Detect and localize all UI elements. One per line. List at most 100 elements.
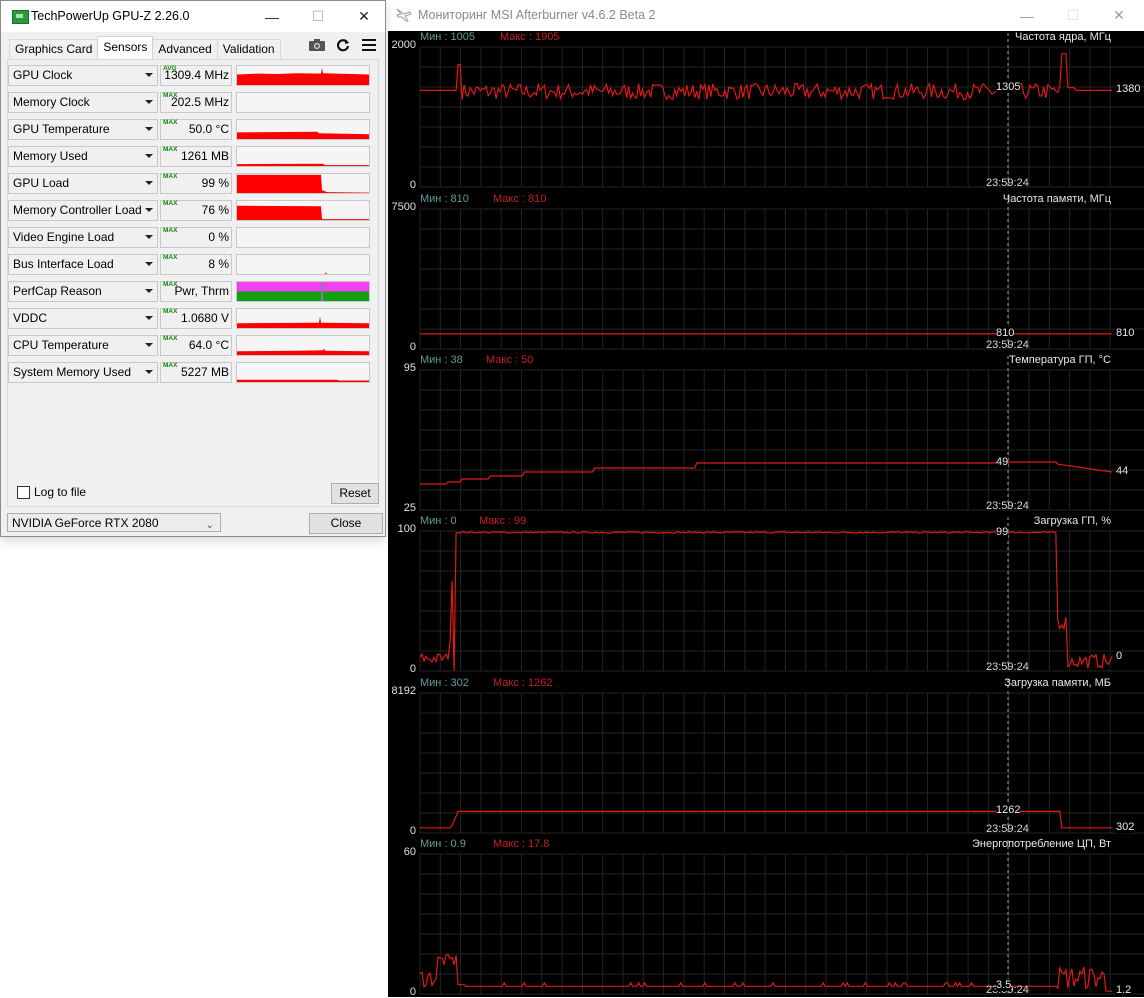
sensor-name-dropdown[interactable]: PerfCap Reason [8,281,158,302]
refresh-icon[interactable] [335,37,351,53]
sensor-row-bus-interface-load: Bus Interface Load MAX 8 % [8,254,370,275]
sensor-value-box[interactable]: MAX 1261 MB [160,146,232,167]
sensor-row-gpu-clock: GPU Clock AVG 1309.4 MHz [8,65,370,86]
graph-max-label: Макс : 99 [479,515,527,527]
sensor-name-dropdown[interactable]: Memory Clock [8,92,158,113]
sensor-value-box[interactable]: MAX 5227 MB [160,362,232,383]
graph-max-label: Макс : 1262 [493,677,553,689]
sensor-row-gpu-temperature: GPU Temperature MAX 50.0 °C [8,119,370,140]
sensor-name-dropdown[interactable]: Memory Controller Load [8,200,158,221]
camera-icon[interactable] [309,37,325,53]
dropdown-arrow-icon [145,262,153,266]
sensor-mode-tag: MAX [163,335,178,342]
graph-cursor-value: 99 [996,526,1009,539]
dropdown-arrow-icon [145,100,153,104]
sensor-graph-fill [237,67,369,85]
sensor-name-dropdown[interactable]: VDDC [8,308,158,329]
dropdown-arrow-icon [145,73,153,77]
sensor-value-box[interactable]: MAX 50.0 °C [160,119,232,140]
monitoring-graphs[interactable]: Мин : 1005 Макс : 1905 2000 0 Частота ядра, … [388,31,1144,998]
sensor-graph [236,308,370,329]
gpuz-title: TechPowerUp GPU-Z 2.26.0 [31,9,190,23]
sensor-name-dropdown[interactable]: System Memory Used [8,362,158,383]
log-to-file-row[interactable]: Log to file [17,485,86,499]
log-to-file-label: Log to file [34,485,87,499]
perfcap-pwr-band [237,282,369,292]
ab-maximize-button[interactable]: ☐ [1050,0,1096,31]
tab-validation[interactable]: Validation [216,39,281,59]
maximize-button[interactable]: ☐ [295,1,341,32]
sensor-value: 8 % [208,257,229,271]
graph-current-value: 0 [1116,649,1123,662]
minimize-button[interactable]: — [249,1,295,32]
sensor-value-box[interactable]: MAX 1.0680 V [160,308,232,329]
sensor-graph [236,146,370,167]
tab-graphics-card[interactable]: Graphics Card [9,39,99,59]
sensor-name: Memory Used [13,149,88,163]
graph-current-value: 1.2 [1116,984,1132,997]
dropdown-arrow-icon [145,370,153,374]
sensor-value-box[interactable]: MAX 76 % [160,200,232,221]
sensor-graph-fill [237,174,369,193]
close-button[interactable]: Close [309,513,383,534]
reset-button[interactable]: Reset [331,483,379,504]
graph-title: Частота ядра, МГц [1015,31,1111,43]
sensor-row-perfcap-reason: PerfCap Reason MAX Pwr, Thrm [8,281,370,302]
graph-axis-top: 2000 [391,39,416,51]
sensor-value-box[interactable]: MAX 8 % [160,254,232,275]
ab-minimize-button[interactable]: — [1004,0,1050,31]
ab-close-button[interactable]: ✕ [1096,0,1142,31]
sensor-value-box[interactable]: MAX 64.0 °C [160,335,232,356]
sensor-name-dropdown[interactable]: GPU Temperature [8,119,158,140]
sensor-name: Bus Interface Load [13,257,114,271]
menu-icon[interactable] [361,37,377,53]
sensor-graph [236,92,370,113]
graph-grid [419,530,1144,672]
sensor-graph [236,281,370,302]
sensor-graph [236,362,370,383]
graph-min-label: Мин : 0 [420,515,457,527]
sensor-value-box[interactable]: MAX 202.5 MHz [160,92,232,113]
sensor-name-dropdown[interactable]: GPU Load [8,173,158,194]
sensor-mode-tag: MAX [163,362,178,369]
graph-axis-top: 95 [403,362,416,374]
sensor-mode-tag: MAX [163,308,178,315]
close-window-button[interactable]: ✕ [341,1,387,32]
sensor-row-memory-clock: Memory Clock MAX 202.5 MHz [8,92,370,113]
dropdown-arrow-icon [145,289,153,293]
sensor-value-box[interactable]: MAX 0 % [160,227,232,248]
sensor-name-dropdown[interactable]: CPU Temperature [8,335,158,356]
afterburner-titlebar[interactable]: Мониторинг MSI Afterburner v4.6.2 Beta 2… [388,0,1144,31]
sensor-value: 1.0680 V [180,311,229,325]
sensor-mode-tag: AVG [163,65,177,72]
sensor-graph-fill [237,131,369,139]
sensor-name-dropdown[interactable]: GPU Clock [8,65,158,86]
sensor-mode-tag: MAX [163,227,178,234]
sensor-name-dropdown[interactable]: Video Engine Load [8,227,158,248]
gpuz-titlebar[interactable]: TechPowerUp GPU-Z 2.26.0 — ☐ ✕ [1,1,385,32]
sensor-value-box[interactable]: MAX 99 % [160,173,232,194]
log-to-file-checkbox[interactable] [17,485,30,499]
tab-advanced[interactable]: Advanced [152,39,218,59]
sensor-name: GPU Clock [13,68,73,82]
sensor-graph [236,173,370,194]
graph-grid [419,369,1144,511]
sensor-mode-tag: MAX [163,92,178,99]
sensor-value-box[interactable]: MAX Pwr, Thrm [160,281,232,302]
sensor-mode-tag: MAX [163,173,178,180]
sensor-graph-fill [237,163,369,166]
graph-current-value: 1380 [1116,83,1141,96]
graph-cursor-value: 810 [996,326,1015,339]
graph-max-label: Макс : 810 [493,193,547,205]
gpu-select[interactable]: NVIDIA GeForce RTX 2080 ⌄ [7,513,221,532]
graph-axis-bottom: 0 [409,341,416,353]
sensor-value-box[interactable]: AVG 1309.4 MHz [160,65,232,86]
graph-current-value: 44 [1116,465,1129,477]
sensor-value: 0 % [208,230,229,244]
tab-sensors[interactable]: Sensors [97,36,154,59]
sensor-mode-tag: MAX [163,200,178,207]
sensor-name-dropdown[interactable]: Memory Used [8,146,158,167]
sensor-row-memory-controller-load: Memory Controller Load MAX 76 % [8,200,370,221]
sensor-name-dropdown[interactable]: Bus Interface Load [8,254,158,275]
graph-axis-bottom: 0 [409,825,416,837]
